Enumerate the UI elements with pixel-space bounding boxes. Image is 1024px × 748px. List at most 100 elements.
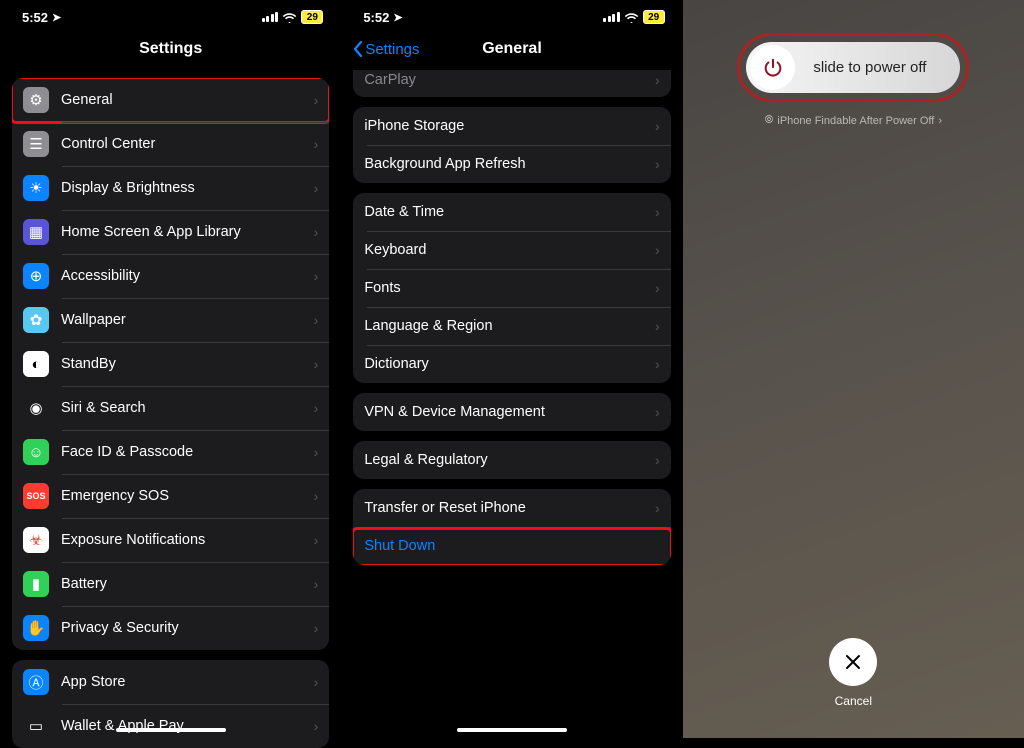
general-group: CarPlay› bbox=[353, 70, 670, 97]
row-label: Siri & Search bbox=[61, 400, 308, 416]
general-row-dictionary[interactable]: Dictionary› bbox=[353, 345, 670, 383]
row-icon: SOS bbox=[23, 483, 49, 509]
general-row-date-time[interactable]: Date & Time › bbox=[353, 193, 670, 231]
row-icon: ▭ bbox=[23, 713, 49, 739]
screen-general: 5:52 ➤ 29 Settings General CarPlay› iPho… bbox=[341, 0, 682, 738]
settings-row-emergency-sos[interactable]: SOS Emergency SOS › bbox=[12, 474, 329, 518]
chevron-right-icon: › bbox=[314, 268, 319, 284]
row-label: Control Center bbox=[61, 136, 308, 152]
chevron-right-icon: › bbox=[655, 204, 660, 220]
chevron-right-icon: › bbox=[314, 620, 319, 636]
row-icon: ☰ bbox=[23, 131, 49, 157]
general-row-background-app-refresh[interactable]: Background App Refresh › bbox=[353, 145, 670, 183]
slider-knob[interactable] bbox=[750, 45, 795, 90]
settings-row-accessibility[interactable]: ⊕ Accessibility› bbox=[12, 254, 329, 298]
general-row-shut-down[interactable]: Shut Down bbox=[353, 527, 670, 565]
screen-power-off: slide to power off ⦾ iPhone Findable Aft… bbox=[683, 0, 1024, 738]
page-title: General bbox=[482, 40, 542, 58]
chevron-right-icon: › bbox=[655, 452, 660, 468]
settings-group-store: Ⓐ App Store› ▭ Wallet & Apple Pay› bbox=[12, 660, 329, 748]
settings-group-main: ⚙︎ General› ☰ Control Center › ☀ Display … bbox=[12, 78, 329, 650]
general-row-legal-regulatory[interactable]: Legal & Regulatory › bbox=[353, 441, 670, 479]
wifi-icon bbox=[624, 12, 639, 23]
row-label: Language & Region bbox=[364, 318, 649, 334]
general-row-language-region[interactable]: Language & Region› bbox=[353, 307, 670, 345]
general-row-transfer-or-reset-iphone[interactable]: Transfer or Reset iPhone › bbox=[353, 489, 670, 527]
back-button[interactable]: Settings bbox=[353, 41, 419, 58]
findable-link[interactable]: ⦾ iPhone Findable After Power Off › bbox=[737, 114, 969, 127]
settings-row-standby[interactable]: ◐ StandBy› bbox=[12, 342, 329, 386]
home-indicator[interactable] bbox=[457, 728, 567, 732]
row-icon: Ⓐ bbox=[23, 669, 49, 695]
nav-header: Settings bbox=[0, 30, 341, 68]
home-indicator[interactable] bbox=[116, 728, 226, 732]
status-time: 5:52 bbox=[363, 10, 389, 25]
row-label: Battery bbox=[61, 576, 308, 592]
close-icon bbox=[843, 652, 863, 672]
wifi-icon bbox=[282, 12, 297, 23]
chevron-right-icon: › bbox=[314, 444, 319, 460]
chevron-right-icon: › bbox=[655, 118, 660, 134]
row-label: Exposure Notifications bbox=[61, 532, 308, 548]
general-row-carplay[interactable]: CarPlay› bbox=[353, 70, 670, 97]
settings-row-home-screen-app-library[interactable]: ▦ Home Screen & App Library› bbox=[12, 210, 329, 254]
general-row-vpn-device-management[interactable]: VPN & Device Management› bbox=[353, 393, 670, 431]
settings-row-privacy-security[interactable]: ✋ Privacy & Security› bbox=[12, 606, 329, 650]
battery-indicator: 29 bbox=[643, 10, 665, 24]
general-row-fonts[interactable]: Fonts› bbox=[353, 269, 670, 307]
status-bar: 5:52 ➤ 29 bbox=[0, 0, 341, 30]
chevron-right-icon: › bbox=[314, 400, 319, 416]
settings-row-wallpaper[interactable]: ✿ Wallpaper› bbox=[12, 298, 329, 342]
find-my-icon: ⦾ bbox=[765, 114, 774, 127]
general-group: iPhone Storage› Background App Refresh › bbox=[353, 107, 670, 183]
chevron-right-icon: › bbox=[655, 156, 660, 172]
row-label: Legal & Regulatory bbox=[364, 452, 649, 468]
status-bar: 5:52 ➤ 29 bbox=[341, 0, 682, 30]
cell-signal-icon bbox=[262, 12, 279, 22]
settings-row-battery[interactable]: ▮ Battery› bbox=[12, 562, 329, 606]
settings-row-display-brightness[interactable]: ☀ Display & Brightness› bbox=[12, 166, 329, 210]
row-icon: ⚙︎ bbox=[23, 87, 49, 113]
row-label: Emergency SOS bbox=[61, 488, 308, 504]
chevron-right-icon: › bbox=[938, 115, 942, 127]
cell-signal-icon bbox=[603, 12, 620, 22]
chevron-right-icon: › bbox=[655, 404, 660, 420]
chevron-right-icon: › bbox=[314, 136, 319, 152]
chevron-right-icon: › bbox=[655, 242, 660, 258]
row-icon: ☺ bbox=[23, 439, 49, 465]
row-label: App Store bbox=[61, 674, 308, 690]
general-group: VPN & Device Management› bbox=[353, 393, 670, 431]
back-label: Settings bbox=[365, 41, 419, 58]
row-label: Privacy & Security bbox=[61, 620, 308, 636]
general-group: Date & Time › Keyboard› Fonts› Language &… bbox=[353, 193, 670, 383]
cancel-button[interactable] bbox=[829, 638, 877, 686]
chevron-right-icon: › bbox=[314, 718, 319, 734]
chevron-right-icon: › bbox=[314, 488, 319, 504]
general-row-keyboard[interactable]: Keyboard› bbox=[353, 231, 670, 269]
settings-row-control-center[interactable]: ☰ Control Center › bbox=[12, 122, 329, 166]
row-icon: ☀ bbox=[23, 175, 49, 201]
settings-row-face-id-passcode[interactable]: ☺ Face ID & Passcode› bbox=[12, 430, 329, 474]
row-label: Background App Refresh bbox=[364, 156, 649, 172]
row-label: Date & Time bbox=[364, 204, 649, 220]
settings-row-exposure-notifications[interactable]: ☣ Exposure Notifications› bbox=[12, 518, 329, 562]
chevron-right-icon: › bbox=[655, 500, 660, 516]
battery-indicator: 29 bbox=[301, 10, 323, 24]
chevron-right-icon: › bbox=[314, 180, 319, 196]
power-off-slider[interactable]: slide to power off bbox=[746, 42, 960, 93]
chevron-right-icon: › bbox=[655, 280, 660, 296]
page-title: Settings bbox=[139, 40, 202, 58]
findable-label: iPhone Findable After Power Off bbox=[777, 115, 934, 127]
settings-row-general[interactable]: ⚙︎ General› bbox=[12, 78, 329, 122]
settings-row-app-store[interactable]: Ⓐ App Store› bbox=[12, 660, 329, 704]
settings-row-siri-search[interactable]: ◉ Siri & Search› bbox=[12, 386, 329, 430]
row-label: Transfer or Reset iPhone bbox=[364, 500, 649, 516]
row-icon: ✿ bbox=[23, 307, 49, 333]
row-label: Home Screen & App Library bbox=[61, 224, 308, 240]
general-row-iphone-storage[interactable]: iPhone Storage› bbox=[353, 107, 670, 145]
settings-row-wallet-apple-pay[interactable]: ▭ Wallet & Apple Pay› bbox=[12, 704, 329, 748]
row-label: Shut Down bbox=[364, 538, 659, 554]
general-group: Transfer or Reset iPhone › Shut Down bbox=[353, 489, 670, 565]
row-icon: ◐ bbox=[23, 351, 49, 377]
row-icon: ⊕ bbox=[23, 263, 49, 289]
